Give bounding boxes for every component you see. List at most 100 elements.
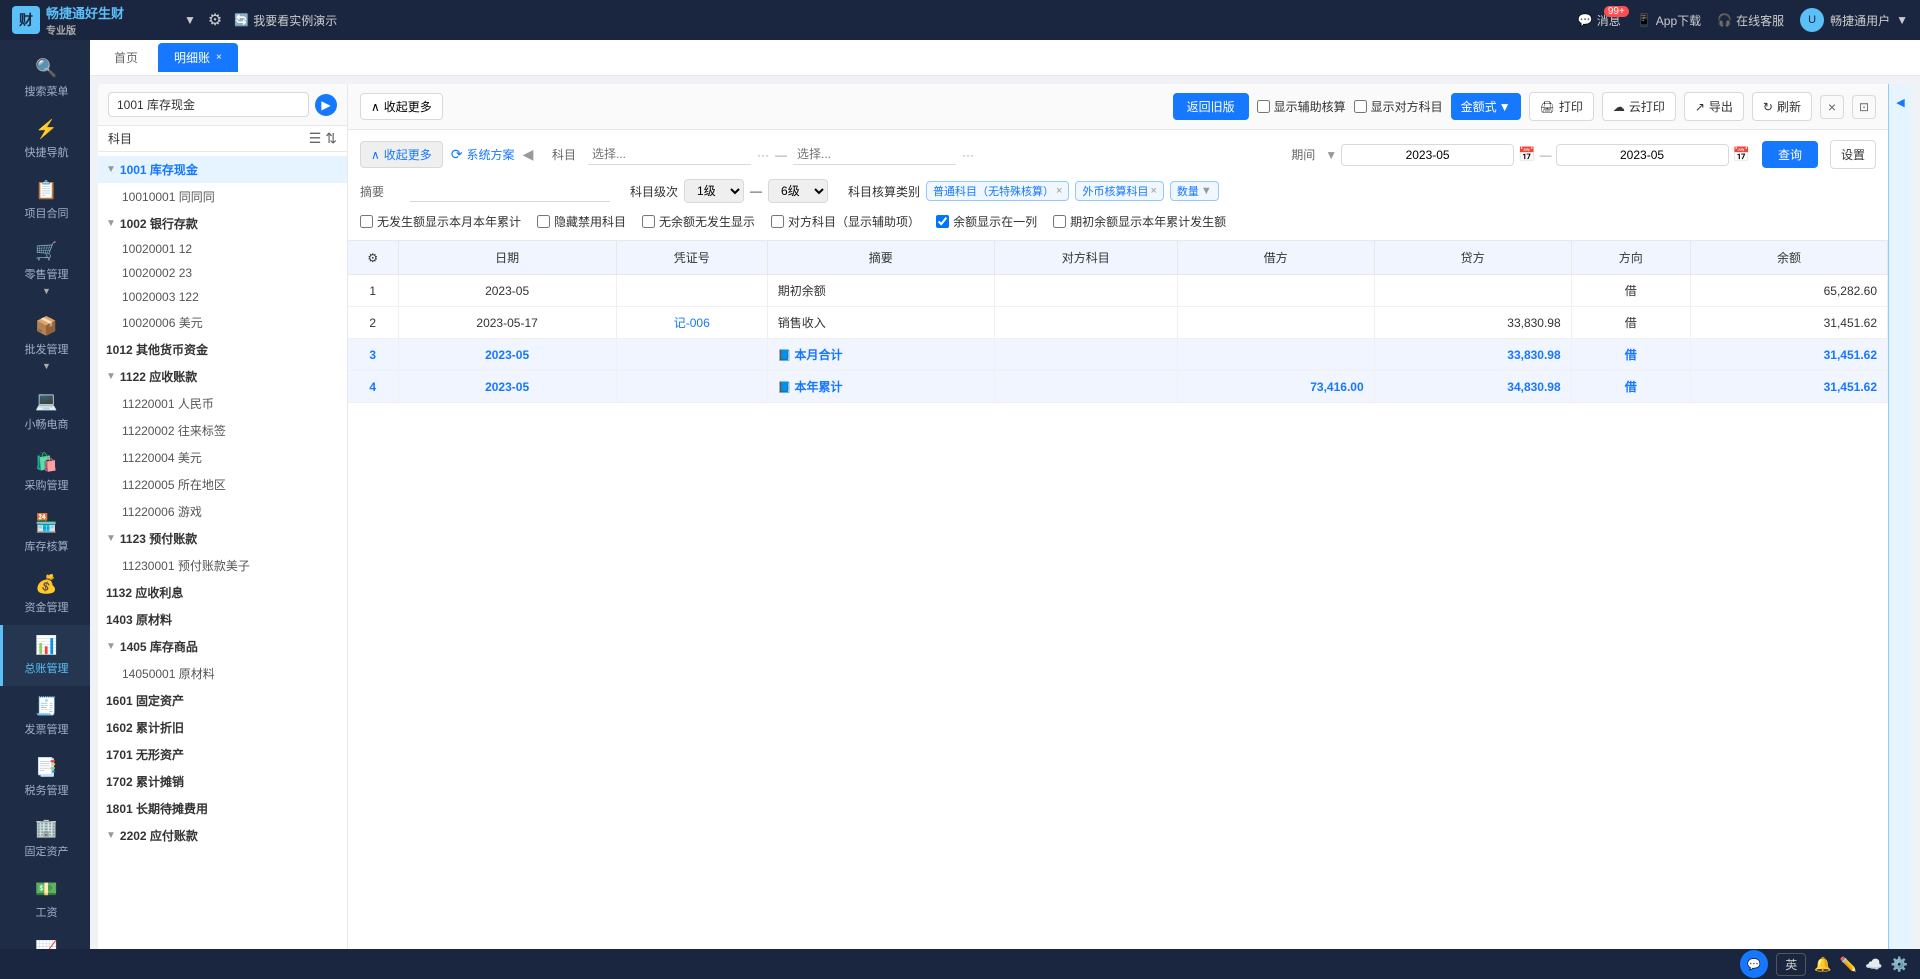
period-start-input[interactable] [1341,144,1514,166]
tree-item-11220004[interactable]: 11220004 美元 [98,444,347,471]
amount-format-btn[interactable]: 金额式 ▼ [1451,93,1521,120]
user-menu[interactable]: U 畅捷通用户 ▼ [1800,8,1908,32]
tree-item-1132[interactable]: 1132 应收利息 [98,579,347,606]
nav-arrow-btn[interactable]: ▶ [315,94,337,116]
company-dropdown[interactable]: ▼ [184,13,196,27]
side-panel-collapse-btn[interactable]: ◀ [1892,92,1909,113]
check-hide-disabled[interactable]: 隐藏禁用科目 [537,213,626,230]
maximize-btn[interactable]: ⊡ [1852,95,1876,119]
close-window-btn[interactable]: × [1820,95,1844,119]
sidebar-item-search[interactable]: 🔍 搜索菜单 [0,48,90,109]
tree-item-11220002[interactable]: 11220002 往来标签 [98,417,347,444]
sort-icon[interactable]: ⇅ [325,130,337,147]
summary-input[interactable] [410,181,610,202]
tab-detail-ledger[interactable]: 明细账 × [158,43,238,72]
invoice-icon: 🧾 [35,696,57,717]
tree-item-1403[interactable]: 1403 原材料 [98,606,347,633]
tree-item-10020002[interactable]: 10020002 23 [98,261,347,285]
tree-item-2202[interactable]: ▼ 2202 应付账款 [98,822,347,849]
sidebar-item-payroll[interactable]: 💵 工资 [0,869,90,930]
tree-item-1002[interactable]: ▼ 1002 银行存款 [98,210,347,237]
tree-item-1405[interactable]: ▼ 1405 库存商品 [98,633,347,660]
gear-icon[interactable]: ⚙ [208,10,222,30]
tree-item-11230001[interactable]: 11230001 预付账款美子 [98,552,347,579]
tree-item-10020006[interactable]: 10020006 美元 [98,309,347,336]
demo-link[interactable]: 🔄 我要看实例演示 [234,12,337,29]
refresh-btn[interactable]: ↻ 刷新 [1752,92,1812,121]
sidebar-item-quick-nav[interactable]: ⚡ 快捷导航 [0,109,90,170]
tree-item-11220005[interactable]: 11220005 所在地区 [98,471,347,498]
inner-content: 1001 库存现金 ▶ 科目 ☰ ⇅ ▼ 1001 库存现金 10 [98,84,1912,971]
tree-item-10020003[interactable]: 10020003 122 [98,285,347,309]
tag-foreign-close[interactable]: × [1150,185,1156,197]
tree-item-10020001[interactable]: 10020001 12 [98,237,347,261]
tree-item-1702[interactable]: 1702 累计摊销 [98,768,347,795]
tag-qty-close[interactable]: ▼ [1201,185,1212,197]
scheme-btn[interactable]: ⟳ 系统方案 [451,146,515,163]
account-selector[interactable]: 1001 库存现金 [108,92,309,117]
sidebar-item-project[interactable]: 📋 项目合同 [0,170,90,231]
tree-item-1602[interactable]: 1602 累计折旧 [98,714,347,741]
tree-item-1801[interactable]: 1801 长期待摊费用 [98,795,347,822]
sidebar-item-ecommerce[interactable]: 💻 小畅电商 [0,381,90,442]
check-balance-one-col[interactable]: 余额显示在一列 [936,213,1037,230]
print-btn[interactable]: 🖨 打印 [1529,92,1594,121]
edit-icon[interactable]: ✏️ [1840,956,1857,973]
calendar-start-icon[interactable]: 📅 [1518,146,1535,163]
level-end-select[interactable]: 6级1级2级3级4级5级 [768,179,828,203]
export-btn[interactable]: ↗ 导出 [1684,92,1744,121]
return-old-btn[interactable]: 返回旧版 [1173,93,1249,120]
sidebar-item-invoice[interactable]: 🧾 发票管理 [0,686,90,747]
sidebar-item-tax[interactable]: 📑 税务管理 [0,747,90,808]
check-contra-aux[interactable]: 对方科目（显示辅助项） [771,213,920,230]
check-no-amount[interactable]: 无发生额显示本月本年累计 [360,213,521,230]
settings-btn[interactable]: 设置 [1830,140,1876,169]
sidebar-item-inventory[interactable]: 🏪 库存核算 [0,503,90,564]
sidebar-item-wholesale[interactable]: 📦 批发管理 ▼ [0,306,90,381]
tab-close-btn[interactable]: × [216,52,222,63]
tree-item-10010001[interactable]: 10010001 同同同 [98,183,347,210]
tree-item-1012[interactable]: 1012 其他货币资金 [98,336,347,363]
level-start-select[interactable]: 1级2级3级 [684,179,744,203]
query-btn[interactable]: 查询 [1762,141,1818,168]
cloud-print-btn[interactable]: ☁ 云打印 [1602,92,1676,121]
voucher-link[interactable]: 记-006 [674,316,710,330]
tree-item-1601[interactable]: 1601 固定资产 [98,687,347,714]
tree-item-1001[interactable]: ▼ 1001 库存现金 [98,156,347,183]
settings-status-icon[interactable]: ⚙️ [1891,956,1908,973]
retail-icon: 🛒 [35,241,57,262]
col-settings[interactable]: ⚙ [348,241,398,275]
filter-collapse-btn[interactable]: ∧ 收起更多 [360,141,443,168]
sidebar-item-retail[interactable]: 🛒 零售管理 ▼ [0,231,90,306]
tree-item-1122[interactable]: ▼ 1122 应收账款 [98,363,347,390]
sidebar-item-ledger[interactable]: 📊 总账管理 [0,625,90,686]
expand-more-btn[interactable]: ∧ 收起更多 [360,93,443,120]
check-opening-ytd[interactable]: 期初余额显示本年累计发生额 [1053,213,1226,230]
sidebar-item-purchase[interactable]: 🛍️ 采购管理 [0,442,90,503]
app-download-btn[interactable]: 📱 App下载 [1637,12,1701,29]
message-btn[interactable]: 💬 消息 99+ [1578,12,1621,29]
tree-item-14050001[interactable]: 14050001 原材料 [98,660,347,687]
top-controls: ∧ 收起更多 返回旧版 显示辅助核算 显示对方科目 金额式 [348,84,1888,130]
calendar-end-icon[interactable]: 📅 [1733,146,1750,163]
notify-icon[interactable]: 🔔 [1814,956,1831,973]
online-service-btn[interactable]: 🎧 在线客服 [1717,12,1784,29]
tree-item-1701[interactable]: 1701 无形资产 [98,741,347,768]
lang-switch-btn[interactable]: 英 [1776,953,1806,976]
subject-input[interactable] [588,144,751,165]
tree-item-11220001[interactable]: 11220001 人民币 [98,390,347,417]
sidebar-item-fixed-assets[interactable]: 🏢 固定资产 [0,808,90,869]
tab-home[interactable]: 首页 [98,43,154,72]
list-view-icon[interactable]: ☰ [309,130,322,147]
subject-end-input[interactable] [793,144,956,165]
cloud-sync-icon[interactable]: ☁️ [1865,956,1882,973]
tree-item-11220006[interactable]: 11220006 游戏 [98,498,347,525]
col-voucher: 凭证号 [616,241,767,275]
sidebar-item-funds[interactable]: 💰 资金管理 [0,564,90,625]
tag-normal-close[interactable]: × [1056,185,1062,197]
tree-item-1123[interactable]: ▼ 1123 预付账款 [98,525,347,552]
chat-bubble-icon[interactable]: 💬 [1740,950,1768,978]
period-end-input[interactable] [1556,144,1729,166]
check-no-balance[interactable]: 无余额无发生显示 [642,213,755,230]
filter-arrow-icon[interactable]: ◀ [523,146,534,163]
